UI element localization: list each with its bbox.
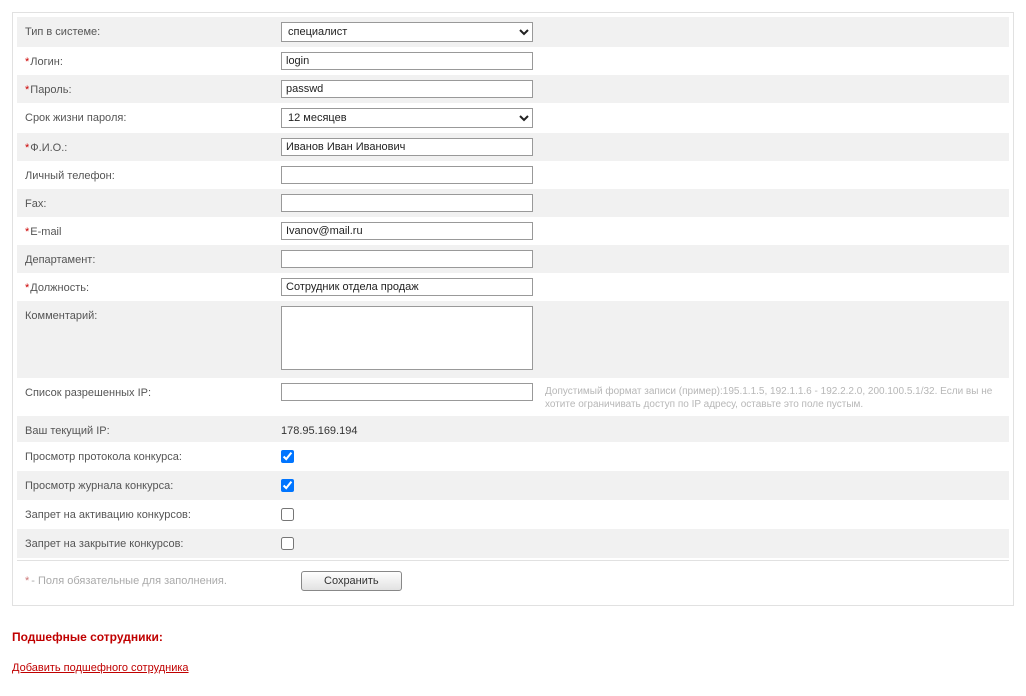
label-view-journal: Просмотр журнала конкурса: — [21, 476, 281, 492]
login-input[interactable] — [281, 52, 533, 70]
subordinates-title: Подшефные сотрудники: — [12, 630, 1014, 644]
label-position: Должность: — [30, 282, 89, 294]
row-view-journal: Просмотр журнала конкурса: — [17, 471, 1009, 500]
row-position: *Должность: — [17, 273, 1009, 301]
password-input[interactable] — [281, 80, 533, 98]
user-form: Тип в системе: специалист *Логин: *Парол… — [12, 12, 1014, 606]
allowed-ip-input[interactable] — [281, 383, 533, 401]
row-deny-close: Запрет на закрытие конкурсов: — [17, 529, 1009, 558]
position-input[interactable] — [281, 278, 533, 296]
label-fio: Ф.И.О.: — [30, 142, 67, 154]
department-input[interactable] — [281, 250, 533, 268]
label-comment: Комментарий: — [21, 306, 281, 322]
label-view-protocol: Просмотр протокола конкурса: — [21, 447, 281, 463]
label-allowed-ip: Список разрешенных IP: — [21, 383, 281, 399]
label-deny-close: Запрет на закрытие конкурсов: — [21, 534, 281, 550]
row-department: Департамент: — [17, 245, 1009, 273]
form-footer: *- Поля обязательные для заполнения. Сох… — [17, 560, 1009, 601]
add-subordinate-link[interactable]: Добавить подшефного сотрудника — [12, 662, 189, 674]
row-login: *Логин: — [17, 47, 1009, 75]
row-deny-activate: Запрет на активацию конкурсов: — [17, 500, 1009, 529]
row-allowed-ip: Список разрешенных IP: Допустимый формат… — [17, 378, 1009, 416]
phone-input[interactable] — [281, 166, 533, 184]
row-password: *Пароль: — [17, 75, 1009, 103]
row-pass-life: Срок жизни пароля: 12 месяцев — [17, 103, 1009, 133]
view-protocol-checkbox[interactable] — [281, 450, 294, 463]
system-type-select[interactable]: специалист — [281, 22, 533, 42]
row-fax: Fax: — [17, 189, 1009, 217]
label-pass-life: Срок жизни пароля: — [21, 108, 281, 124]
label-deny-activate: Запрет на активацию конкурсов: — [21, 505, 281, 521]
comment-textarea[interactable] — [281, 306, 533, 370]
fax-input[interactable] — [281, 194, 533, 212]
required-note: - Поля обязательные для заполнения. — [31, 575, 227, 587]
fio-input[interactable] — [281, 138, 533, 156]
label-phone: Личный телефон: — [21, 166, 281, 182]
label-login: Логин: — [30, 56, 63, 68]
row-current-ip: Ваш текущий IP: 178.95.169.194 — [17, 416, 1009, 442]
deny-close-checkbox[interactable] — [281, 537, 294, 550]
email-input[interactable] — [281, 222, 533, 240]
view-journal-checkbox[interactable] — [281, 479, 294, 492]
row-fio: *Ф.И.О.: — [17, 133, 1009, 161]
save-button[interactable]: Сохранить — [301, 571, 402, 591]
row-view-protocol: Просмотр протокола конкурса: — [17, 442, 1009, 471]
label-department: Департамент: — [21, 250, 281, 266]
label-email: E-mail — [30, 226, 61, 238]
allowed-ip-hint: Допустимый формат записи (пример):195.1.… — [533, 383, 1005, 411]
label-password: Пароль: — [30, 84, 71, 96]
pass-life-select[interactable]: 12 месяцев — [281, 108, 533, 128]
label-fax: Fax: — [21, 194, 281, 210]
label-current-ip: Ваш текущий IP: — [21, 421, 281, 437]
deny-activate-checkbox[interactable] — [281, 508, 294, 521]
current-ip-value: 178.95.169.194 — [281, 421, 357, 437]
row-phone: Личный телефон: — [17, 161, 1009, 189]
row-system-type: Тип в системе: специалист — [17, 17, 1009, 47]
row-email: *E-mail — [17, 217, 1009, 245]
row-comment: Комментарий: — [17, 301, 1009, 378]
label-system-type: Тип в системе: — [21, 22, 281, 38]
